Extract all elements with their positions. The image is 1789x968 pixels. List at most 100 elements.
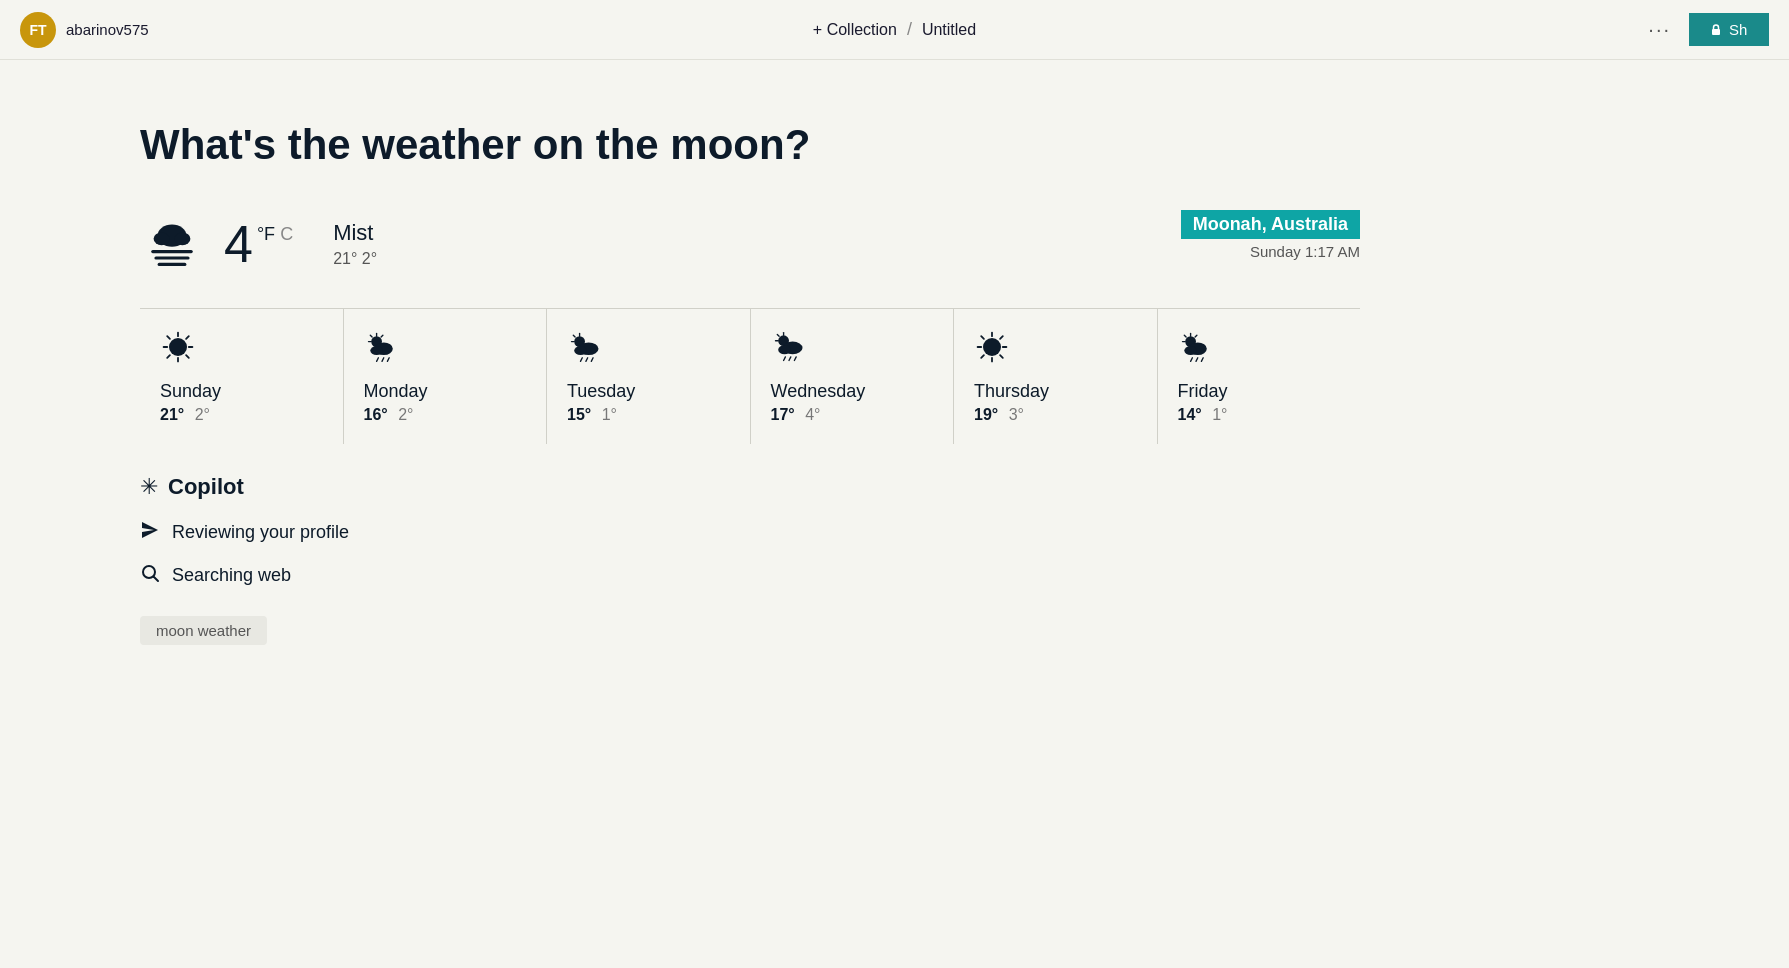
svg-line-15 [167,355,170,358]
svg-line-51 [1000,337,1003,340]
svg-line-56 [1184,336,1186,338]
svg-line-41 [783,357,785,361]
reviewing-label: Reviewing your profile [172,522,349,543]
forecast-friday: Friday 14° 1° [1158,309,1361,444]
sunday-icon [160,329,323,373]
svg-line-33 [586,358,588,362]
current-weather: 4 °F C Mist 21° 2° Moonah, Australia Sun… [140,210,1360,278]
share-button[interactable]: Sh [1689,13,1769,46]
wednesday-icon [771,329,934,373]
wednesday-label: Wednesday [771,381,934,402]
svg-line-60 [1190,358,1192,362]
svg-rect-5 [154,257,189,260]
friday-temps: 14° 1° [1178,406,1341,424]
location-box: Moonah, Australia Sunday 1:17 AM [1181,210,1360,260]
svg-point-44 [983,338,1001,356]
current-hi: 21° [333,250,357,267]
svg-line-13 [186,355,189,358]
svg-point-59 [1184,346,1197,355]
copilot-icon: ✳ [140,474,158,500]
forecast-monday: Monday 16° 2° [344,309,548,444]
send-icon [140,520,160,545]
svg-line-49 [981,337,984,340]
svg-line-62 [1201,358,1203,362]
copilot-header: ✳ Copilot [140,474,1360,500]
svg-line-25 [387,358,389,362]
svg-line-50 [1000,355,1003,358]
svg-rect-4 [151,250,193,253]
copilot-step-2: Searching web [140,563,1360,588]
monday-temps: 16° 2° [364,406,527,424]
svg-line-24 [382,358,384,362]
search-term-pill: moon weather [140,616,267,645]
header-left: FT abarinov575 [20,12,149,48]
svg-line-52 [981,355,984,358]
tuesday-label: Tuesday [567,381,730,402]
weather-description: Mist 21° 2° [333,220,377,268]
current-lo: 2° [362,250,377,267]
svg-line-12 [167,337,170,340]
forecast-sunday: Sunday 21° 2° [140,309,344,444]
thursday-temps: 19° 3° [974,406,1137,424]
sunday-temps: 21° 2° [160,406,323,424]
more-options-button[interactable]: ··· [1640,14,1679,45]
svg-rect-6 [158,263,187,266]
svg-line-19 [370,336,372,338]
avatar-initials: FT [29,22,46,38]
tuesday-icon [567,329,730,373]
share-label: Sh [1729,21,1747,38]
svg-point-40 [778,346,791,355]
svg-point-3 [174,233,190,246]
tuesday-temps: 15° 1° [567,406,730,424]
svg-line-38 [777,335,779,337]
search-icon [140,563,160,588]
current-weather-icon [140,210,204,278]
svg-rect-0 [1712,29,1720,35]
monday-icon [364,329,527,373]
svg-line-43 [794,357,796,361]
svg-line-64 [154,577,159,582]
header: FT abarinov575 + Collection / Untitled ·… [0,0,1789,60]
collection-button[interactable]: + Collection [813,21,897,39]
svg-point-7 [169,338,187,356]
svg-point-31 [574,346,587,355]
lock-icon [1709,23,1723,37]
svg-line-14 [186,337,189,340]
page-title: What's the weather on the moon? [140,120,1360,170]
svg-point-22 [370,346,383,355]
header-right: ··· Sh [1640,13,1769,46]
svg-line-20 [381,336,383,338]
weather-hi-lo: 21° 2° [333,250,377,268]
thursday-icon [974,329,1137,373]
avatar: FT [20,12,56,48]
main-content: What's the weather on the moon? 4 °F C M… [0,60,1500,685]
wednesday-temps: 17° 4° [771,406,934,424]
weather-condition: Mist [333,220,377,246]
sunday-label: Sunday [160,381,323,402]
forecast-row: Sunday 21° 2° [140,308,1360,444]
svg-line-34 [591,358,593,362]
breadcrumb-separator: / [907,19,912,40]
svg-point-2 [154,233,170,246]
svg-line-29 [573,336,575,338]
username-label: abarinov575 [66,21,149,38]
document-title: Untitled [922,21,976,39]
friday-icon [1178,329,1341,373]
current-temp: 4 °F C [224,214,293,274]
searching-label: Searching web [172,565,291,586]
forecast-thursday: Thursday 19° 3° [954,309,1158,444]
svg-line-32 [581,358,583,362]
location-time: Sunday 1:17 AM [1181,243,1360,260]
copilot-section: ✳ Copilot Reviewing your profile Searchi… [140,474,1360,645]
svg-line-42 [789,357,791,361]
thursday-label: Thursday [974,381,1137,402]
forecast-wednesday: Wednesday 17° 4° [751,309,955,444]
temp-unit: °F C [257,224,293,245]
svg-line-23 [376,358,378,362]
forecast-tuesday: Tuesday 15° 1° [547,309,751,444]
location-name: Moonah, Australia [1181,210,1360,239]
monday-label: Monday [364,381,527,402]
svg-line-61 [1196,358,1198,362]
copilot-title: Copilot [168,474,244,500]
friday-label: Friday [1178,381,1341,402]
